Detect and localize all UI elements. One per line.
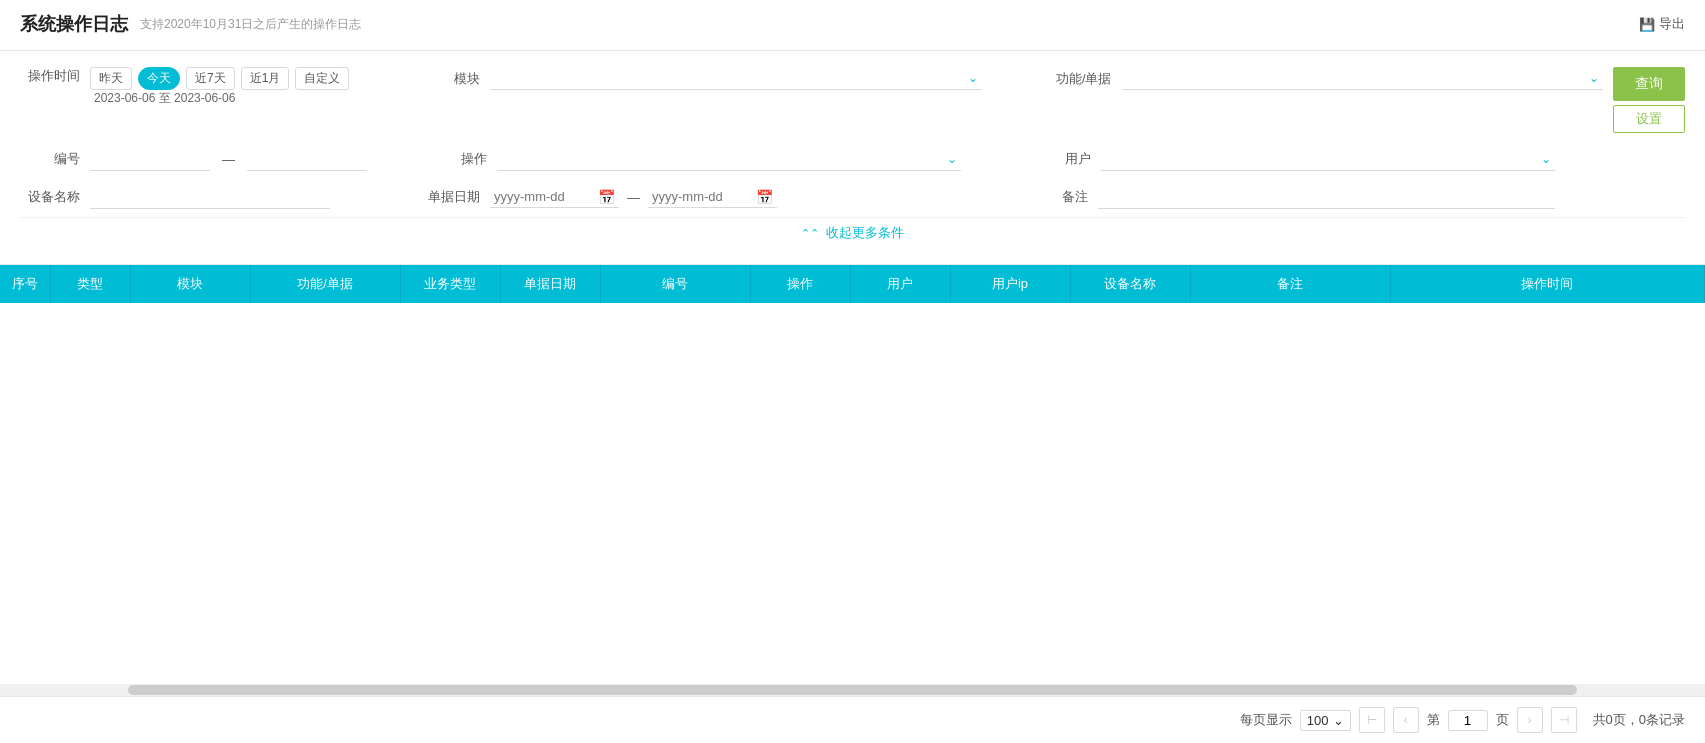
function-dropdown-icon: ⌄ (1589, 71, 1599, 85)
col-biz-type: 业务类型 (400, 265, 500, 303)
calendar-from-icon[interactable]: 📅 (598, 189, 615, 205)
number-separator: — (210, 152, 247, 167)
time-btn-yesterday[interactable]: 昨天 (90, 67, 132, 90)
col-number: 编号 (600, 265, 750, 303)
col-seq: 序号 (0, 265, 50, 303)
date-range-display: 2023-06-06 至 2023-06-06 (94, 90, 349, 107)
note-input[interactable] (1098, 185, 1556, 209)
prev-page-button[interactable]: ‹ (1393, 707, 1419, 733)
device-label: 设备名称 (20, 188, 90, 206)
export-label: 导出 (1659, 15, 1685, 33)
horizontal-scrollbar[interactable] (0, 684, 1705, 696)
device-input[interactable] (90, 185, 330, 209)
col-voucher-date: 单据日期 (500, 265, 600, 303)
module-select[interactable]: ⌄ (490, 67, 982, 90)
query-button[interactable]: 查询 (1613, 67, 1685, 101)
date-from-input[interactable] (494, 189, 594, 204)
action-buttons: 查询 设置 (1613, 67, 1685, 133)
col-note: 备注 (1190, 265, 1390, 303)
operation-dropdown-icon: ⌄ (947, 152, 957, 166)
date-separator: — (619, 190, 648, 205)
date-to-input[interactable] (652, 189, 752, 204)
number-label: 编号 (20, 150, 90, 168)
col-operation: 操作 (750, 265, 850, 303)
module-dropdown-icon: ⌄ (968, 71, 978, 85)
collapse-bar[interactable]: ⌃⌃ 收起更多条件 (20, 217, 1685, 248)
operation-label: 操作 (427, 150, 497, 168)
page-suffix: 页 (1496, 711, 1509, 729)
page-label: 第 (1427, 711, 1440, 729)
calendar-to-icon[interactable]: 📅 (756, 189, 773, 205)
total-text: 共0页，0条记录 (1593, 711, 1685, 729)
user-label: 用户 (1021, 150, 1101, 168)
col-device: 设备名称 (1070, 265, 1190, 303)
date-to-wrap: 📅 (648, 187, 777, 208)
user-dropdown-icon: ⌄ (1541, 152, 1551, 166)
export-icon: 💾 (1639, 17, 1655, 32)
collapse-icon: ⌃⌃ (801, 227, 819, 239)
page-size-value: 100 (1307, 713, 1329, 728)
page-size-label: 每页显示 (1240, 711, 1292, 729)
export-button[interactable]: 💾 导出 (1639, 15, 1685, 33)
first-page-button[interactable]: ⊢ (1359, 707, 1385, 733)
col-function: 功能/单据 (250, 265, 400, 303)
user-select[interactable]: ⌄ (1101, 148, 1555, 171)
time-btn-custom[interactable]: 自定义 (295, 67, 349, 90)
function-label: 功能/单据 (1042, 70, 1122, 88)
number-to-input[interactable] (247, 147, 367, 171)
function-select[interactable]: ⌄ (1122, 67, 1604, 90)
col-type: 类型 (50, 265, 130, 303)
col-module: 模块 (130, 265, 250, 303)
page-number-input[interactable] (1448, 710, 1488, 731)
time-btn-1month[interactable]: 近1月 (241, 67, 290, 90)
module-label: 模块 (420, 70, 490, 88)
scrollbar-thumb[interactable] (128, 685, 1577, 695)
data-table: 序号 类型 模块 功能/单据 业务类型 单据日期 编号 操作 用户 用户ip 设… (0, 265, 1705, 303)
page-title: 系统操作日志 (20, 12, 128, 36)
time-label: 操作时间 (20, 67, 90, 85)
pagination-bar: 每页显示 100 ⌄ ⊢ ‹ 第 页 › ⊣ 共0页，0条记录 (0, 696, 1705, 743)
col-user-ip: 用户ip (950, 265, 1070, 303)
page-size-select[interactable]: 100 ⌄ (1300, 710, 1351, 731)
number-from-input[interactable] (90, 147, 210, 171)
time-btn-7days[interactable]: 近7天 (186, 67, 235, 90)
time-btn-today[interactable]: 今天 (138, 67, 180, 90)
voucher-date-label: 单据日期 (420, 188, 490, 206)
empty-area (0, 303, 1705, 684)
operation-select[interactable]: ⌄ (497, 148, 961, 171)
page-subtitle: 支持2020年10月31日之后产生的操作日志 (140, 16, 361, 33)
last-page-button[interactable]: ⊣ (1551, 707, 1577, 733)
col-user: 用户 (850, 265, 950, 303)
settings-button[interactable]: 设置 (1613, 105, 1685, 133)
page-size-arrow: ⌄ (1333, 713, 1344, 728)
note-label: 备注 (1018, 188, 1098, 206)
col-op-time: 操作时间 (1390, 265, 1705, 303)
collapse-label: 收起更多条件 (826, 225, 904, 240)
date-from-wrap: 📅 (490, 187, 619, 208)
next-page-button[interactable]: › (1517, 707, 1543, 733)
